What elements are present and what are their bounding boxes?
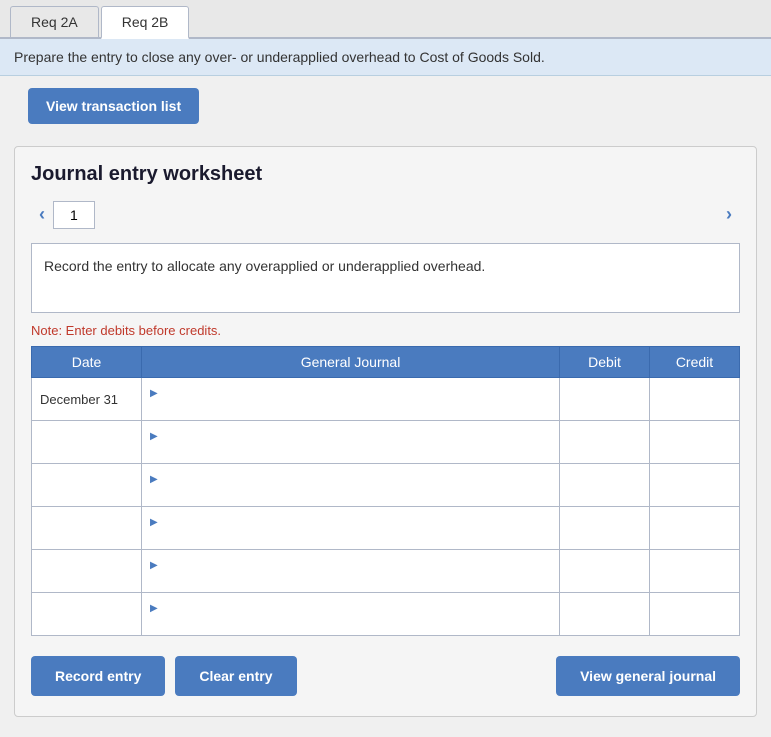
prev-page-button[interactable]: ‹ (31, 200, 53, 229)
journal-cell-4[interactable] (142, 507, 560, 550)
credit-input-3[interactable] (658, 478, 731, 493)
credit-cell-5[interactable] (650, 550, 740, 593)
debit-input-1[interactable] (568, 392, 641, 407)
col-header-journal: General Journal (142, 347, 560, 378)
journal-input-2[interactable] (150, 443, 551, 458)
credit-cell-3[interactable] (650, 464, 740, 507)
credit-cell-6[interactable] (650, 593, 740, 636)
table-row (32, 421, 740, 464)
journal-input-5[interactable] (150, 572, 551, 587)
debit-cell-4[interactable] (560, 507, 650, 550)
table-row (32, 550, 740, 593)
credit-input-6[interactable] (658, 607, 731, 622)
tabs-bar: Req 2A Req 2B (0, 0, 771, 39)
debit-input-3[interactable] (568, 478, 641, 493)
journal-input-6[interactable] (150, 615, 551, 630)
credit-input-2[interactable] (658, 435, 731, 450)
pagination-nav: ‹ 1 › (31, 200, 740, 229)
journal-cell-3[interactable] (142, 464, 560, 507)
tab-req2a[interactable]: Req 2A (10, 6, 99, 37)
button-spacer (307, 656, 547, 696)
journal-cell-2[interactable] (142, 421, 560, 464)
clear-entry-button[interactable]: Clear entry (175, 656, 296, 696)
bottom-buttons: Record entry Clear entry View general jo… (31, 656, 740, 696)
current-page-tab[interactable]: 1 (53, 201, 95, 229)
journal-cell-1[interactable] (142, 378, 560, 421)
col-header-debit: Debit (560, 347, 650, 378)
journal-input-3[interactable] (150, 486, 551, 501)
tab-req2b[interactable]: Req 2B (101, 6, 190, 39)
note-text: Note: Enter debits before credits. (31, 323, 740, 338)
debit-cell-2[interactable] (560, 421, 650, 464)
date-cell-4 (32, 507, 142, 550)
debit-cell-3[interactable] (560, 464, 650, 507)
col-header-credit: Credit (650, 347, 740, 378)
view-general-journal-button[interactable]: View general journal (556, 656, 740, 696)
entry-description: Record the entry to allocate any overapp… (31, 243, 740, 313)
journal-input-1[interactable] (150, 400, 551, 415)
worksheet-title: Journal entry worksheet (31, 163, 740, 186)
debit-input-5[interactable] (568, 564, 641, 579)
debit-cell-6[interactable] (560, 593, 650, 636)
table-row: December 31 (32, 378, 740, 421)
debit-cell-5[interactable] (560, 550, 650, 593)
date-cell-2 (32, 421, 142, 464)
debit-cell-1[interactable] (560, 378, 650, 421)
table-row (32, 507, 740, 550)
debit-input-6[interactable] (568, 607, 641, 622)
date-cell-6 (32, 593, 142, 636)
instruction-bar: Prepare the entry to close any over- or … (0, 39, 771, 76)
view-transaction-button[interactable]: View transaction list (28, 88, 199, 124)
debit-input-4[interactable] (568, 521, 641, 536)
credit-cell-2[interactable] (650, 421, 740, 464)
record-entry-button[interactable]: Record entry (31, 656, 165, 696)
worksheet-box: Journal entry worksheet ‹ 1 › Record the… (14, 146, 757, 717)
debit-input-2[interactable] (568, 435, 641, 450)
journal-cell-6[interactable] (142, 593, 560, 636)
entry-description-text: Record the entry to allocate any overapp… (44, 258, 485, 274)
table-row (32, 593, 740, 636)
credit-input-4[interactable] (658, 521, 731, 536)
table-row (32, 464, 740, 507)
credit-cell-4[interactable] (650, 507, 740, 550)
date-cell-3 (32, 464, 142, 507)
next-page-button[interactable]: › (718, 200, 740, 229)
journal-cell-5[interactable] (142, 550, 560, 593)
date-cell-5 (32, 550, 142, 593)
journal-table: Date General Journal Debit Credit Decemb… (31, 346, 740, 636)
credit-input-5[interactable] (658, 564, 731, 579)
instruction-text: Prepare the entry to close any over- or … (14, 49, 545, 65)
journal-input-4[interactable] (150, 529, 551, 544)
col-header-date: Date (32, 347, 142, 378)
credit-input-1[interactable] (658, 392, 731, 407)
credit-cell-1[interactable] (650, 378, 740, 421)
date-cell-1: December 31 (32, 378, 142, 421)
worksheet-container: Journal entry worksheet ‹ 1 › Record the… (0, 136, 771, 737)
